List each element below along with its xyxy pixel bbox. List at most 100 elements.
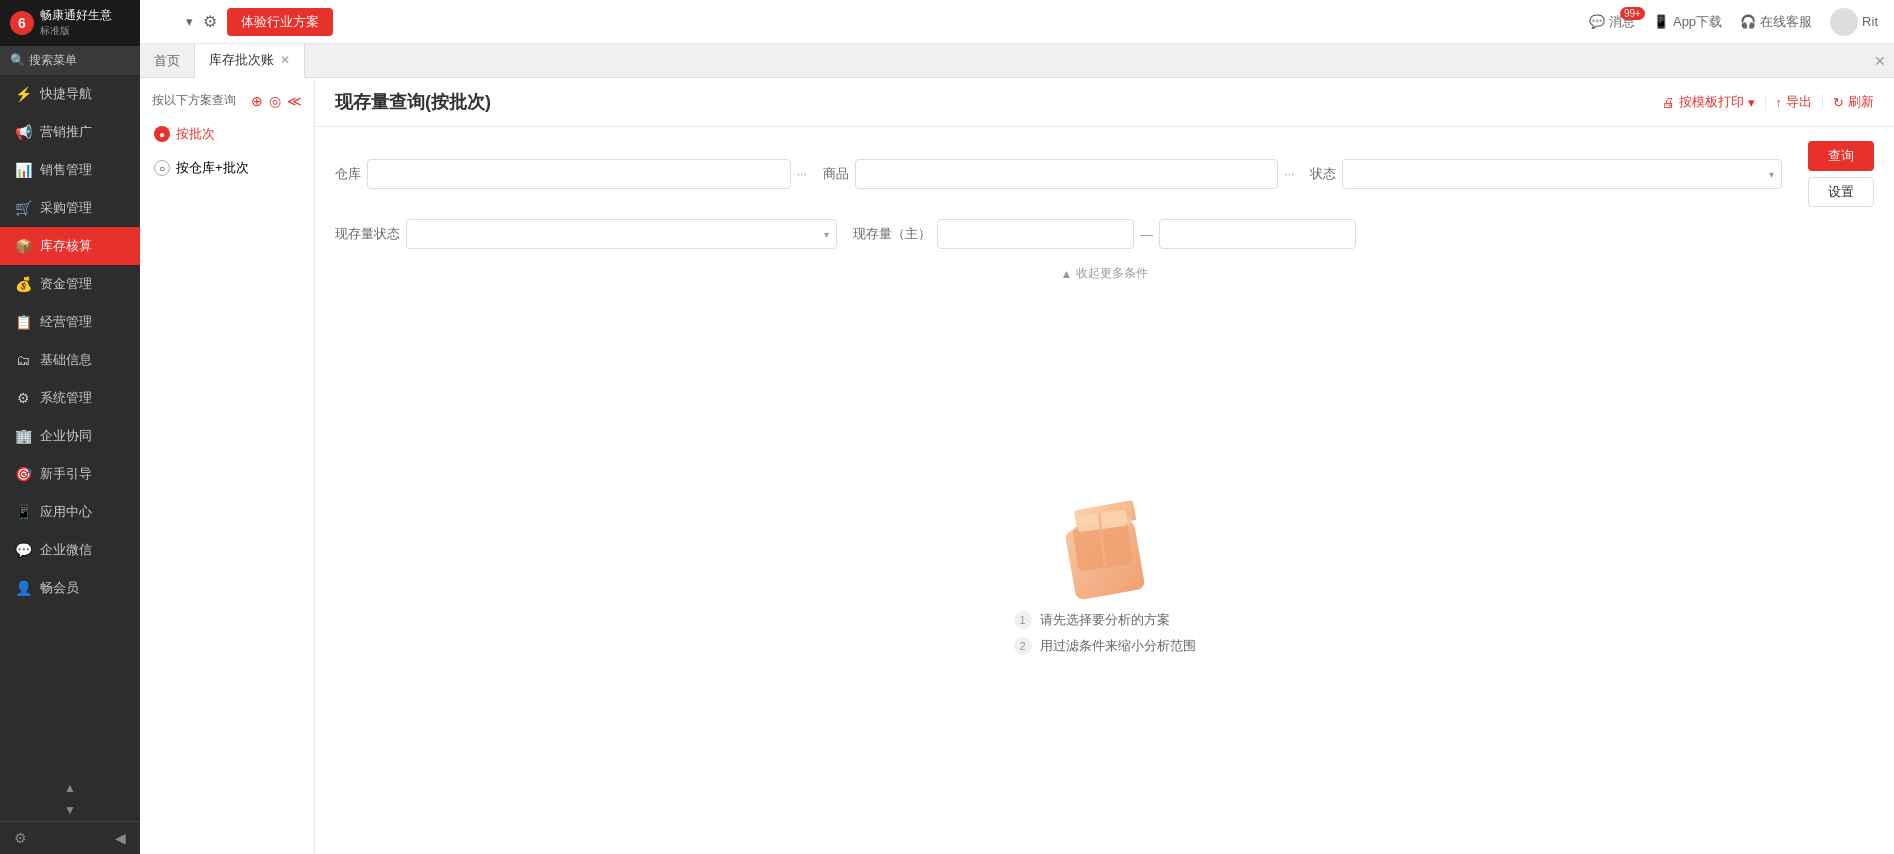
marketing-label: 营销推广	[40, 123, 92, 141]
divider-2	[1822, 94, 1823, 110]
sidebar-scroll-down[interactable]: ▼	[0, 799, 140, 821]
collapse-panel-icon[interactable]: ≪	[287, 93, 302, 109]
sidebar-item-marketing[interactable]: 📢 营销推广	[0, 113, 140, 151]
system-icon: ⚙	[14, 389, 32, 407]
marketing-icon: 📢	[14, 123, 32, 141]
scheme-by-warehouse-batch[interactable]: ○ 按仓库+批次	[140, 151, 314, 185]
sidebar-item-app-center[interactable]: 📱 应用中心	[0, 493, 140, 531]
box-svg	[1055, 495, 1155, 595]
add-scheme-icon[interactable]: ⊕	[251, 93, 263, 109]
export-label: 导出	[1786, 93, 1812, 111]
messages-item[interactable]: 💬 消息 99+	[1589, 13, 1635, 31]
sidebar-item-member[interactable]: 👤 畅会员	[0, 569, 140, 607]
topbar-gear-icon[interactable]: ⚙	[203, 12, 217, 31]
enterprise-icon: 🏢	[14, 427, 32, 445]
message-icon: 💬	[1589, 14, 1605, 29]
operations-icon: 📋	[14, 313, 32, 331]
trial-btn[interactable]: 体验行业方案	[227, 8, 333, 36]
sidebar-search-btn[interactable]: 🔍 搜索菜单	[0, 46, 140, 75]
warehouse-label: 仓库	[335, 165, 361, 183]
sidebar-item-operations[interactable]: 📋 经营管理	[0, 303, 140, 341]
tab-home-label: 首页	[154, 52, 180, 70]
scheme-settings-icon[interactable]: ◎	[269, 93, 281, 109]
status-field: 状态 ▾	[1310, 159, 1782, 189]
product-label: 商品	[823, 165, 849, 183]
inventory-qty-from-input[interactable]	[937, 219, 1134, 249]
filter-panel: 按以下方案查询 ⊕ ◎ ≪ ● 按批次 ○ 按仓库+批次	[140, 78, 315, 854]
sales-icon: 📊	[14, 161, 32, 179]
status-dropdown-arrow: ▾	[1769, 169, 1774, 180]
warehouse-input[interactable]	[367, 159, 791, 189]
export-btn[interactable]: ↑ 导出	[1776, 93, 1813, 111]
divider-1	[1765, 94, 1766, 110]
sidebar-item-system[interactable]: ⚙ 系统管理	[0, 379, 140, 417]
export-icon: ↑	[1776, 95, 1783, 110]
template-print-btn[interactable]: 🖨 按模板打印 ▾	[1662, 93, 1755, 111]
sidebar-item-enterprise[interactable]: 🏢 企业协同	[0, 417, 140, 455]
status-input[interactable]	[1342, 159, 1782, 189]
sidebar-item-finance[interactable]: 💰 资金管理	[0, 265, 140, 303]
tab-home[interactable]: 首页	[140, 44, 195, 78]
warehouse-more-btn[interactable]: ···	[797, 167, 807, 181]
settings-btn[interactable]: 设置	[1808, 177, 1874, 207]
sidebar-item-wechat[interactable]: 💬 企业微信	[0, 531, 140, 569]
wechat-icon: 💬	[14, 541, 32, 559]
print-icon: 🖨	[1662, 95, 1675, 110]
collapse-chevron-icon: ▲	[1061, 267, 1073, 281]
tab-inventory-batch[interactable]: 库存批次账 ✕	[195, 44, 305, 78]
query-actions: 查询 设置	[1808, 141, 1874, 207]
close-all-tabs-btn[interactable]: ✕	[1866, 53, 1894, 69]
sales-label: 销售管理	[40, 161, 92, 179]
settings-icon[interactable]: ⚙	[14, 830, 27, 846]
app-download-item[interactable]: 📱 App下载	[1653, 13, 1722, 31]
online-service-item[interactable]: 🎧 在线客服	[1740, 13, 1812, 31]
inventory-status-field: 现存量状态 ▾	[335, 219, 837, 249]
collapse-btn[interactable]: ▲ 收起更多条件	[335, 261, 1874, 282]
product-input[interactable]	[855, 159, 1279, 189]
finance-label: 资金管理	[40, 275, 92, 293]
print-dropdown-arrow[interactable]: ▾	[1748, 95, 1755, 110]
sidebar-scroll-up[interactable]: ▲	[0, 777, 140, 799]
sidebar-item-inventory[interactable]: 📦 库存核算	[0, 227, 140, 265]
member-label: 畅会员	[40, 579, 79, 597]
refresh-btn[interactable]: ↻ 刷新	[1833, 93, 1874, 111]
newbie-label: 新手引导	[40, 465, 92, 483]
app-center-icon: 📱	[14, 503, 32, 521]
sidebar-item-newbie[interactable]: 🎯 新手引导	[0, 455, 140, 493]
operations-label: 经营管理	[40, 313, 92, 331]
inventory-status-wrap: ▾	[406, 219, 837, 249]
messages-badge: 99+	[1620, 7, 1645, 20]
topbar-dropdown[interactable]: ▾	[156, 13, 193, 31]
status-select-wrap: ▾	[1342, 159, 1782, 189]
empty-hint-1: 1 请先选择要分析的方案	[1014, 611, 1196, 629]
page-header-actions: 🖨 按模板打印 ▾ ↑ 导出 ↻ 刷新	[1662, 93, 1875, 123]
product-more-btn[interactable]: ···	[1284, 167, 1294, 181]
filter-icons: ⊕ ◎ ≪	[251, 93, 302, 109]
collapse-sidebar-icon[interactable]: ◀	[115, 830, 126, 846]
quick-nav-icon: ⚡	[14, 85, 32, 103]
filter-row-2: 现存量状态 ▾ 现存量（主） —	[335, 219, 1874, 249]
scheme-by-warehouse-batch-label: 按仓库+批次	[176, 159, 249, 177]
filter-row-1: 仓库 ··· 商品 ··· 状态 ▾	[335, 141, 1874, 207]
product-field: 商品 ···	[823, 159, 1295, 189]
query-btn[interactable]: 查询	[1808, 141, 1874, 171]
app-center-label: 应用中心	[40, 503, 92, 521]
tab-close-inventory-batch[interactable]: ✕	[280, 53, 290, 67]
collapse-label: 收起更多条件	[1076, 265, 1148, 282]
sidebar-item-basic[interactable]: 🗂 基础信息	[0, 341, 140, 379]
sidebar-item-sales[interactable]: 📊 销售管理	[0, 151, 140, 189]
sidebar-item-purchase[interactable]: 🛒 采购管理	[0, 189, 140, 227]
page-main: 现存量查询(按批次) 🖨 按模板打印 ▾ ↑ 导出 ↻ 刷	[315, 78, 1894, 854]
template-print-label: 按模板打印	[1679, 93, 1744, 111]
search-label: 搜索菜单	[29, 52, 77, 69]
user-area[interactable]: Rit	[1830, 8, 1878, 36]
inventory-status-input[interactable]	[406, 219, 837, 249]
basic-icon: 🗂	[14, 351, 32, 369]
scheme-by-batch[interactable]: ● 按批次	[140, 117, 314, 151]
app-logo: 6	[10, 11, 34, 35]
status-label: 状态	[1310, 165, 1336, 183]
sidebar-item-quick-nav[interactable]: ⚡ 快捷导航	[0, 75, 140, 113]
inventory-status-label: 现存量状态	[335, 225, 400, 243]
filter-header: 按以下方案查询 ⊕ ◎ ≪	[140, 88, 314, 117]
inventory-qty-to-input[interactable]	[1159, 219, 1356, 249]
